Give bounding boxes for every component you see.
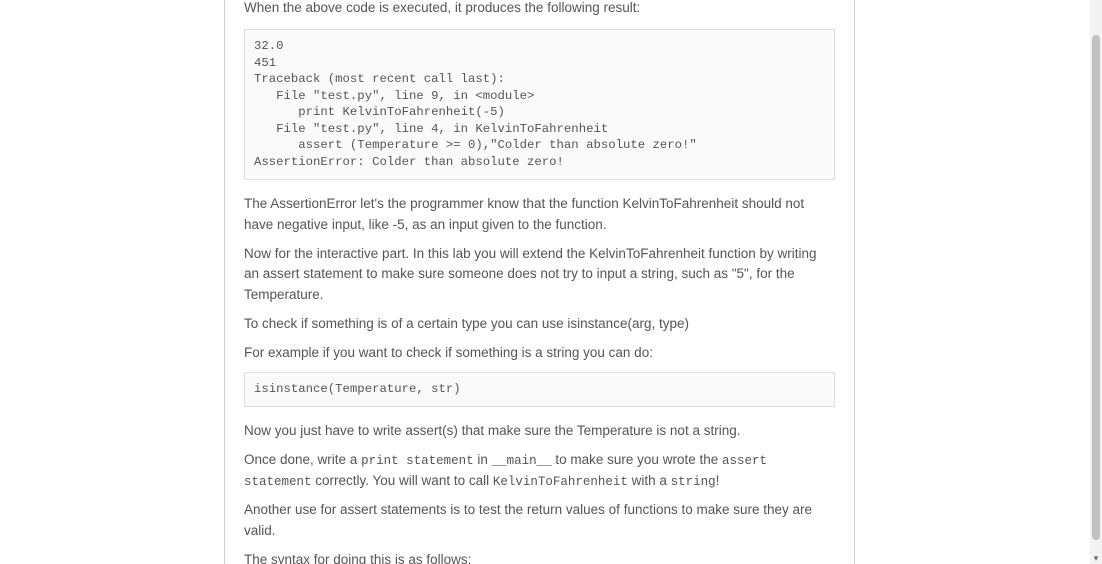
text-fragment: ! bbox=[716, 473, 720, 488]
code-block-isinstance: isinstance(Temperature, str) bbox=[244, 372, 835, 407]
code-output-block-1: 32.0 451 Traceback (most recent call las… bbox=[244, 29, 835, 180]
paragraph-for-example: For example if you want to check if some… bbox=[244, 343, 835, 364]
text-fragment: correctly. You will want to call bbox=[312, 473, 493, 488]
scrollbar-thumb[interactable] bbox=[1092, 35, 1100, 540]
text-fragment: to make sure you wrote the bbox=[552, 452, 722, 467]
text-fragment: in bbox=[474, 452, 492, 467]
viewport: When the above code is executed, it prod… bbox=[0, 0, 1102, 564]
scroll-down-button[interactable]: ▾ bbox=[1090, 552, 1102, 564]
inline-code-print-statement: print statement bbox=[361, 454, 474, 468]
inline-code-kelvintofahrenheit: KelvinToFahrenheit bbox=[493, 475, 628, 489]
paragraph-syntax: The syntax for doing this is as follows: bbox=[244, 550, 835, 564]
paragraph-now-write: Now you just have to write assert(s) tha… bbox=[244, 421, 835, 442]
text-fragment: Once done, write a bbox=[244, 452, 361, 467]
inline-code-string: string bbox=[671, 475, 716, 489]
paragraph-isinstance: To check if something is of a certain ty… bbox=[244, 314, 835, 335]
paragraph-another-use: Another use for assert statements is to … bbox=[244, 500, 835, 542]
inline-code-main: __main__ bbox=[492, 454, 552, 468]
document-card: When the above code is executed, it prod… bbox=[224, 0, 855, 564]
text-fragment: with a bbox=[628, 473, 671, 488]
paragraph-assertion-error: The AssertionError let's the programmer … bbox=[244, 194, 835, 236]
paragraph-interactive-part: Now for the interactive part. In this la… bbox=[244, 244, 835, 307]
intro-paragraph: When the above code is executed, it prod… bbox=[244, 0, 835, 19]
paragraph-once-done: Once done, write a print statement in __… bbox=[244, 450, 835, 493]
